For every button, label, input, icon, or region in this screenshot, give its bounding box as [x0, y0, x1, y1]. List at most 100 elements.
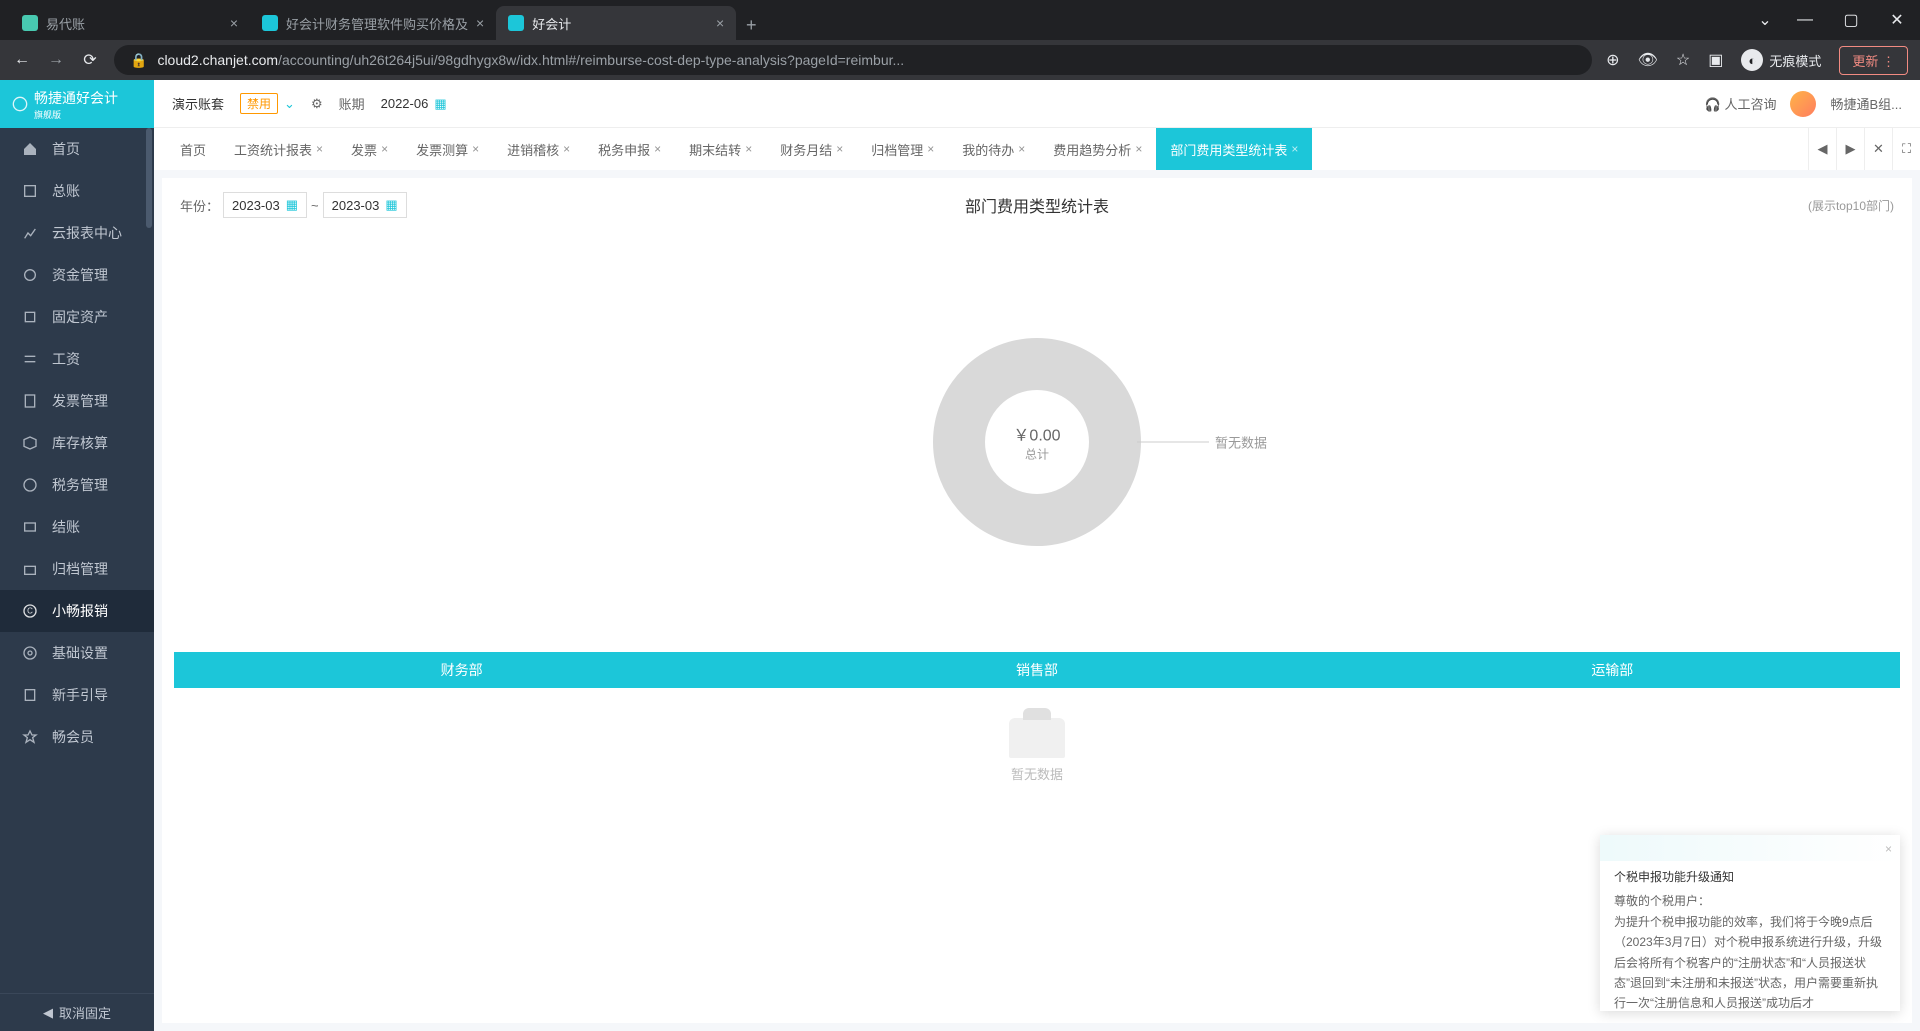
close-icon[interactable]: × [716, 15, 724, 31]
close-window-icon[interactable]: ✕ [1874, 0, 1920, 40]
close-icon[interactable]: × [927, 142, 934, 156]
tab-home[interactable]: 首页 [166, 128, 220, 170]
tab-archive[interactable]: 归档管理× [857, 128, 948, 170]
favicon-icon [262, 15, 278, 31]
tab-dept-cost-type[interactable]: 部门费用类型统计表× [1156, 128, 1312, 170]
close-icon[interactable]: × [381, 142, 388, 156]
dept-header-cell: 销售部 [749, 660, 1324, 680]
notification-popup: × 个税申报功能升级通知 尊敬的个税用户： 为提升个税申报功能的效率，我们将于今… [1600, 835, 1900, 1011]
reload-icon[interactable]: ⟳ [80, 50, 100, 70]
tab-fin-close[interactable]: 财务月结× [766, 128, 857, 170]
donut-center-label: ￥0.00 总计 [1013, 422, 1060, 463]
funds-icon [22, 267, 38, 283]
sidebar-item-guide[interactable]: 新手引导 [0, 674, 154, 716]
avatar[interactable] [1790, 91, 1816, 117]
calendar-icon: ▦ [286, 197, 298, 213]
close-icon[interactable]: × [476, 15, 484, 31]
period-picker[interactable]: 2022-06 ▦ [381, 96, 447, 112]
member-icon [22, 729, 38, 745]
tabs-close-all-icon[interactable]: ✕ [1864, 128, 1892, 170]
close-icon[interactable]: × [1291, 142, 1298, 156]
browser-tab[interactable]: 好会计财务管理软件购买价格及 × [250, 6, 496, 40]
sidebar-scrollbar[interactable] [146, 128, 152, 228]
sidebar-item-closing[interactable]: 结账 [0, 506, 154, 548]
sidebar-item-tax[interactable]: 税务管理 [0, 464, 154, 506]
sidebar-item-report[interactable]: 云报表中心 [0, 212, 154, 254]
close-icon[interactable]: × [1885, 839, 1892, 859]
tab-tax-filing[interactable]: 税务申报× [584, 128, 675, 170]
assets-icon [22, 309, 38, 325]
date-to-input[interactable]: 2023-03▦ [323, 192, 407, 218]
sidebar-item-home[interactable]: 首页 [0, 128, 154, 170]
date-from-input[interactable]: 2023-03▦ [223, 192, 307, 218]
donut-amount: ￥0.00 [1013, 422, 1060, 446]
support-button[interactable]: 🎧 人工咨询 [1705, 94, 1777, 113]
sidebar-item-archive[interactable]: 归档管理 [0, 548, 154, 590]
sidebar-item-assets[interactable]: 固定资产 [0, 296, 154, 338]
close-icon[interactable]: × [230, 15, 238, 31]
maximize-icon[interactable]: ▢ [1828, 0, 1874, 40]
back-icon[interactable]: ← [12, 51, 32, 69]
donut-chart: ￥0.00 总计 暂无数据 [162, 232, 1912, 652]
pin-icon: ◀ [43, 1005, 53, 1021]
calendar-icon: ▦ [385, 197, 397, 213]
sidebar-unpin-button[interactable]: ◀ 取消固定 [0, 993, 154, 1031]
close-icon[interactable]: × [1018, 142, 1025, 156]
tab-todo[interactable]: 我的待办× [948, 128, 1039, 170]
account-name[interactable]: 演示账套 [172, 94, 224, 113]
new-tab-button[interactable]: + [736, 10, 766, 40]
lock-icon: 🔒 [130, 52, 147, 69]
close-icon[interactable]: × [654, 142, 661, 156]
chevron-down-icon[interactable]: ⌄ [284, 96, 295, 112]
gear-icon [22, 645, 38, 661]
zoom-icon[interactable]: ⊕ [1606, 50, 1619, 70]
sidebar-item-inventory[interactable]: 库存核算 [0, 422, 154, 464]
tablist-dropdown-icon[interactable]: ⌄ [1748, 0, 1782, 40]
reading-list-icon[interactable]: ▣ [1708, 50, 1723, 70]
close-icon[interactable]: × [316, 142, 323, 156]
page-title: 部门费用类型统计表 [965, 193, 1109, 217]
close-icon[interactable]: × [1135, 142, 1142, 156]
fullscreen-icon[interactable]: ⛶ [1892, 128, 1920, 170]
sidebar-item-invoice[interactable]: 发票管理 [0, 380, 154, 422]
close-icon[interactable]: × [836, 142, 843, 156]
brand-logo[interactable]: 畅捷通好会计 旗舰版 [0, 80, 154, 128]
disable-badge[interactable]: 禁用 [240, 93, 278, 114]
sidebar-item-settings[interactable]: 基础设置 [0, 632, 154, 674]
sidebar-item-salary[interactable]: 工资 [0, 338, 154, 380]
tab-salary-report[interactable]: 工资统计报表× [220, 128, 337, 170]
browser-tab-active[interactable]: 好会计 × [496, 6, 736, 40]
notification-text: 为提升个税申报功能的效率，我们将于今晚9点后（2023年3月7日）对个税申报系统… [1614, 912, 1886, 1011]
svg-text:C: C [27, 607, 33, 616]
top10-hint: (展示top10部门) [1808, 197, 1894, 214]
user-name[interactable]: 畅捷通B组... [1830, 94, 1902, 113]
tabs-prev-icon[interactable]: ◀ [1808, 128, 1836, 170]
dept-header-row: 财务部 销售部 运输部 [174, 652, 1900, 688]
eye-off-icon[interactable]: 👁 [1638, 50, 1658, 70]
url-input[interactable]: 🔒 cloud2.chanjet.com/accounting/uh26t264… [114, 45, 1592, 75]
forward-icon[interactable]: → [46, 51, 66, 69]
reimburse-icon: C [22, 603, 38, 619]
browser-tab[interactable]: 易代账 × [10, 6, 250, 40]
gear-icon[interactable]: ⚙ [311, 96, 323, 112]
close-icon[interactable]: × [563, 142, 570, 156]
tab-invoice-calc[interactable]: 发票测算× [402, 128, 493, 170]
tab-audit[interactable]: 进销稽核× [493, 128, 584, 170]
sidebar-item-ledger[interactable]: 总账 [0, 170, 154, 212]
tab-invoice[interactable]: 发票× [337, 128, 402, 170]
inventory-icon [22, 435, 38, 451]
donut-leader: 暂无数据 [1137, 433, 1267, 452]
bookmark-star-icon[interactable]: ☆ [1676, 50, 1690, 70]
period-label: 账期 [339, 94, 365, 113]
minimize-icon[interactable]: ― [1782, 0, 1828, 40]
filter-row: 年份： 2023-03▦ ~ 2023-03▦ 部门费用类型统计表 (展示top… [162, 178, 1912, 232]
close-icon[interactable]: × [472, 142, 479, 156]
sidebar-item-reimburse[interactable]: C小畅报销 [0, 590, 154, 632]
sidebar-item-member[interactable]: 畅会员 [0, 716, 154, 758]
tab-cost-trend[interactable]: 费用趋势分析× [1039, 128, 1156, 170]
tab-period-close[interactable]: 期末结转× [675, 128, 766, 170]
sidebar-item-funds[interactable]: 资金管理 [0, 254, 154, 296]
tabs-next-icon[interactable]: ▶ [1836, 128, 1864, 170]
close-icon[interactable]: × [745, 142, 752, 156]
update-button[interactable]: 更新 ⋮ [1839, 46, 1908, 75]
